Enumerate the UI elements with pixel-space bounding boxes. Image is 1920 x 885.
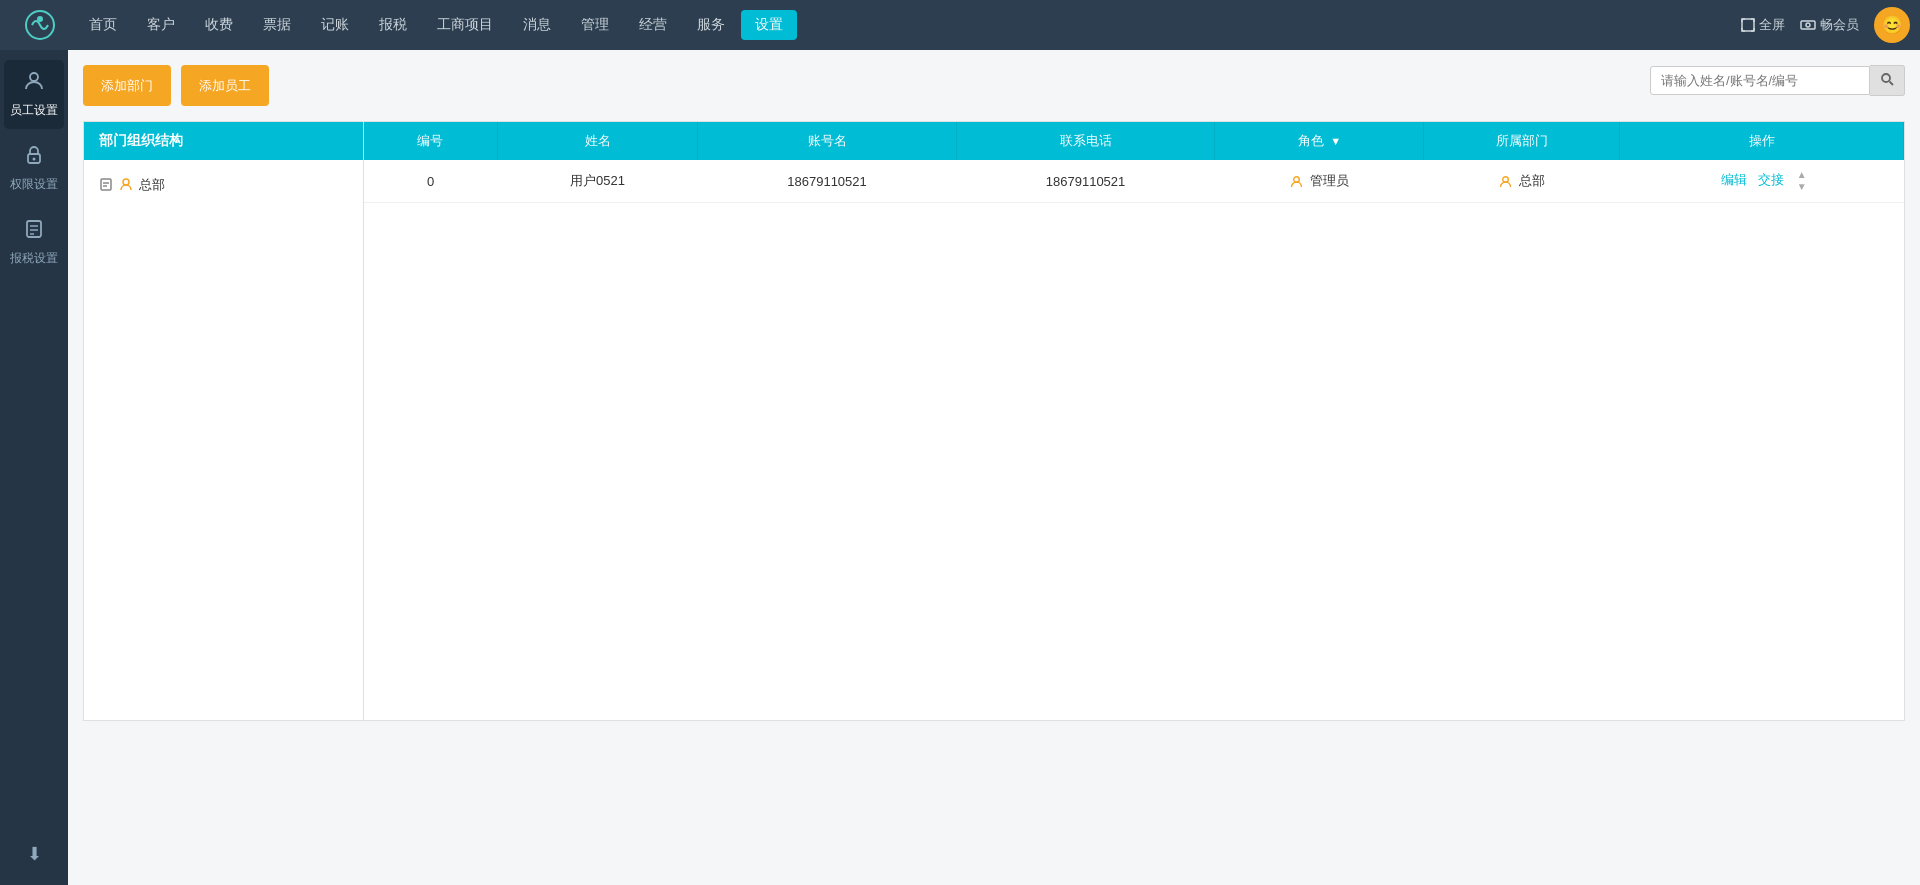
cell-dept: 总部 [1424,160,1620,203]
add-employee-button[interactable]: 添加员工 [181,65,269,106]
dept-user-icon-row [1499,173,1519,188]
sidebar-item-permission[interactable]: 权限设置 [4,134,64,203]
nav-service[interactable]: 服务 [683,10,739,40]
employee-icon [23,70,45,97]
employee-table: 编号 姓名 账号名 联系电话 角色 ▼ 所属部门 操作 0 [364,122,1904,720]
dept-file-icon [99,177,113,194]
sidebar-permission-label: 权限设置 [10,176,58,193]
nav-customer[interactable]: 客户 [133,10,189,40]
add-dept-button[interactable]: 添加部门 [83,65,171,106]
col-header-id: 编号 [364,122,497,160]
svg-point-1 [37,16,43,22]
nav-right-area: 全屏 畅会员 😊 [1741,7,1910,43]
vip-label: 畅会员 [1820,16,1859,34]
col-header-phone: 联系电话 [956,122,1215,160]
col-header-name: 姓名 [497,122,697,160]
download-icon: ⬇ [27,843,42,865]
svg-point-4 [1806,23,1810,27]
svg-point-5 [30,73,38,81]
svg-point-7 [33,158,36,161]
lock-icon [23,144,45,171]
top-navigation: 首页 客户 收费 票据 记账 报税 工商项目 消息 管理 经营 服务 设置 全屏 [0,0,1920,50]
sidebar-bottom-item[interactable]: ⬇ [4,833,64,875]
edit-button[interactable]: 编辑 [1717,171,1751,189]
col-header-role[interactable]: 角色 ▼ [1215,122,1424,160]
cell-actions: 编辑 交接 ▲ ▼ [1620,160,1904,203]
nav-fee[interactable]: 收费 [191,10,247,40]
dept-user-icon [119,177,133,194]
cell-role: 管理员 [1215,160,1424,203]
nav-settings[interactable]: 设置 [741,10,797,40]
cell-phone: 18679110521 [956,160,1215,203]
dept-tree-header: 部门组织结构 [84,122,363,160]
nav-home[interactable]: 首页 [75,10,131,40]
svg-point-12 [1882,74,1890,82]
content-area: 部门组织结构 [83,121,1905,721]
col-header-dept: 所属部门 [1424,122,1620,160]
sidebar-tax-label: 报税设置 [10,250,58,267]
svg-rect-14 [101,179,111,190]
sidebar-item-employee[interactable]: 员工设置 [4,60,64,129]
nav-bill[interactable]: 票据 [249,10,305,40]
search-input[interactable] [1650,66,1870,95]
search-bar [1650,65,1905,96]
fullscreen-label: 全屏 [1759,16,1785,34]
main-content: 添加部门 添加员工 部门组织结构 [68,50,1920,885]
cell-name: 用户0521 [497,160,697,203]
col-header-account: 账号名 [698,122,957,160]
logo-icon [10,9,70,41]
sidebar-item-tax[interactable]: 报税设置 [4,208,64,277]
fullscreen-button[interactable]: 全屏 [1741,16,1785,34]
nav-menu: 首页 客户 收费 票据 记账 报税 工商项目 消息 管理 经营 服务 设置 [75,10,1741,40]
scroll-up-icon[interactable]: ▲ [1797,170,1807,180]
filter-icon: ▼ [1330,135,1341,147]
search-button[interactable] [1870,65,1905,96]
cell-account: 18679110521 [698,160,957,203]
table-row: 0 用户0521 18679110521 18679110521 管理 [364,160,1904,203]
nav-business[interactable]: 工商项目 [423,10,507,40]
nav-tax[interactable]: 报税 [365,10,421,40]
svg-rect-3 [1801,21,1815,29]
sidebar-employee-label: 员工设置 [10,102,58,119]
svg-line-13 [1890,82,1894,86]
left-sidebar: 员工设置 权限设置 报税设置 ⬇ [0,50,68,885]
nav-message[interactable]: 消息 [509,10,565,40]
dept-name: 总部 [139,176,165,194]
scroll-down-icon[interactable]: ▼ [1797,182,1807,192]
transfer-button[interactable]: 交接 [1754,171,1788,189]
action-bar: 添加部门 添加员工 [83,65,1905,106]
nav-accounting[interactable]: 记账 [307,10,363,40]
tax-icon [23,218,45,245]
svg-point-17 [123,179,129,185]
cell-id: 0 [364,160,497,203]
dept-tree-item-headquarters[interactable]: 总部 [94,170,353,200]
nav-operation[interactable]: 经营 [625,10,681,40]
nav-management[interactable]: 管理 [567,10,623,40]
svg-rect-2 [1742,19,1754,31]
role-user-icon [1290,173,1310,188]
col-header-action: 操作 [1620,122,1904,160]
dept-tree-body: 总部 [84,160,363,210]
dept-tree: 部门组织结构 [84,122,364,720]
vip-button[interactable]: 畅会员 [1800,16,1859,34]
user-avatar[interactable]: 😊 [1874,7,1910,43]
